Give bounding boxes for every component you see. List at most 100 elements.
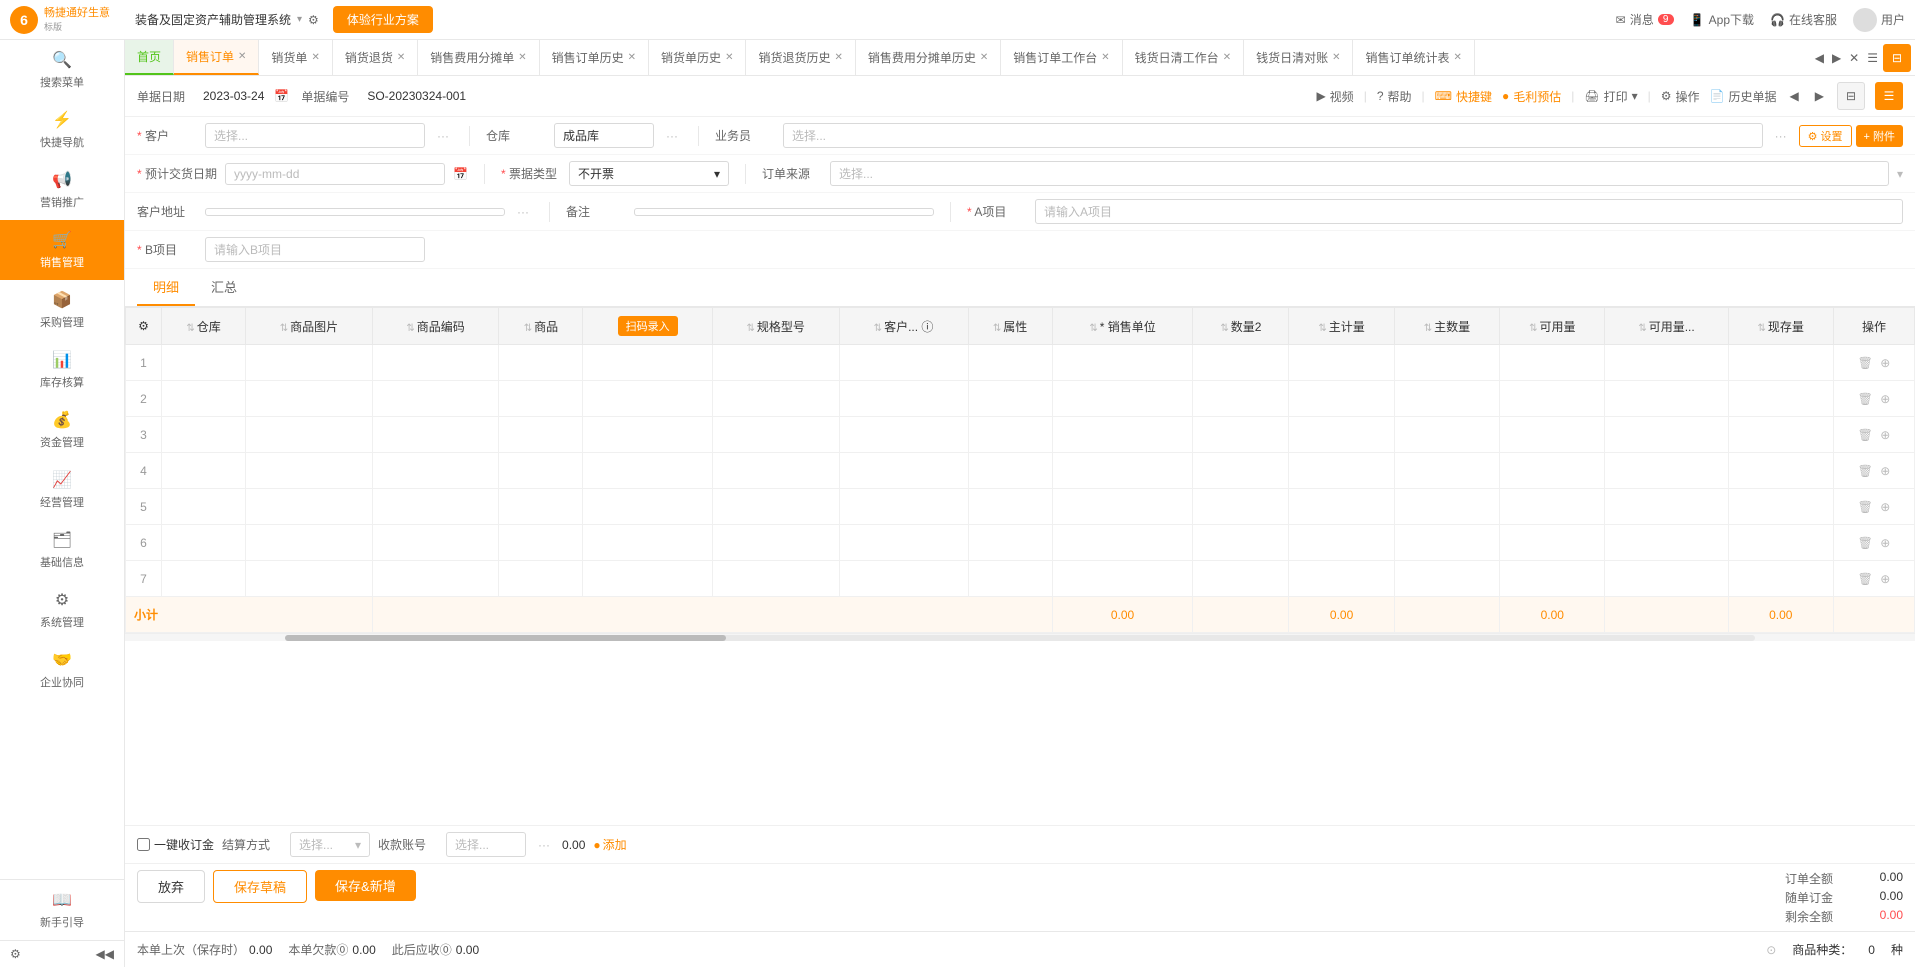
collapse-icon[interactable]: ◀◀ (96, 947, 114, 961)
operation-btn[interactable]: ⚙ 操作 (1661, 88, 1700, 105)
scroll-track[interactable] (285, 635, 1755, 641)
col-scan[interactable]: 扫码录入 (583, 308, 712, 345)
form-prev-btn[interactable]: ◀ (1787, 89, 1802, 103)
row-action[interactable]: 🗑 ⊕ (1833, 489, 1914, 525)
tab-close-icon[interactable]: ✕ (311, 52, 319, 63)
warehouse-more-btn[interactable]: ··· (662, 129, 682, 143)
tab-close-icon[interactable]: ✕ (628, 52, 636, 63)
tab-order-workbench[interactable]: 销售订单工作台 ✕ (1001, 40, 1122, 75)
tab-home[interactable]: 首页 (125, 40, 174, 75)
user-btn[interactable]: 用户 (1853, 8, 1905, 32)
tab-expense-history[interactable]: 销售费用分摊单历史 ✕ (856, 40, 1001, 75)
row-qty2[interactable] (1193, 345, 1289, 381)
delete-icon[interactable]: 🗑 (1858, 428, 1873, 442)
row-product[interactable] (499, 345, 583, 381)
delete-icon[interactable]: 🗑 (1858, 536, 1873, 550)
staff-more-btn[interactable]: ··· (1771, 129, 1791, 143)
note-input[interactable] (634, 208, 934, 216)
tab-close-icon[interactable]: ✕ (725, 52, 733, 63)
sidebar-item-finance[interactable]: 💰 资金管理 (0, 400, 124, 460)
sidebar-item-enterprise[interactable]: 🤝 企业协同 (0, 640, 124, 700)
col-gear[interactable]: ⚙ (126, 308, 162, 345)
row-action[interactable]: 🗑 ⊕ (1833, 525, 1914, 561)
online-service-btn[interactable]: 🎧 在线客服 (1770, 11, 1837, 28)
print-btn[interactable]: 🖨 打印 ▾ (1584, 88, 1637, 105)
row-main-qty[interactable] (1394, 345, 1499, 381)
delivery-input[interactable]: yyyy-mm-dd (225, 163, 445, 185)
copy-icon[interactable]: ⊕ (1880, 500, 1890, 514)
shortcut-btn[interactable]: ⌨ 快捷键 (1435, 88, 1492, 105)
settings-form-btn[interactable]: ⚙ 设置 (1799, 125, 1852, 147)
copy-icon[interactable]: ⊕ (1880, 464, 1890, 478)
industry-btn[interactable]: 体验行业方案 (333, 6, 433, 33)
tab-close-icon[interactable]: ✕ (238, 51, 246, 62)
copy-icon[interactable]: ⊕ (1880, 356, 1890, 370)
sidebar-item-management[interactable]: 📈 经营管理 (0, 460, 124, 520)
deposit-checkbox[interactable]: 一键收订金 (137, 836, 214, 853)
grid-view-btn[interactable]: ⊟ (1837, 82, 1865, 110)
copy-icon[interactable]: ⊕ (1880, 428, 1890, 442)
row-warehouse[interactable] (162, 381, 246, 417)
delete-icon[interactable]: 🗑 (1858, 464, 1873, 478)
tabs-menu-btn[interactable]: ☰ (1864, 51, 1881, 65)
message-btn[interactable]: ✉ 消息 9 (1616, 11, 1674, 28)
list-view-btn[interactable]: ☰ (1875, 82, 1903, 110)
address-more-btn[interactable]: ··· (513, 205, 533, 219)
address-input[interactable] (205, 208, 505, 216)
tab-sales-expense[interactable]: 销售费用分摊单 ✕ (418, 40, 539, 75)
add-attachment-btn[interactable]: + 附件 (1856, 125, 1903, 147)
sidebar-item-purchase[interactable]: 📦 采购管理 (0, 280, 124, 340)
customer-more-btn[interactable]: ··· (433, 129, 453, 143)
save-draft-btn[interactable]: 保存草稿 (213, 870, 307, 903)
tab-close-icon[interactable]: ✕ (1454, 52, 1462, 63)
tab-close-icon[interactable]: ✕ (1332, 52, 1340, 63)
row-unit[interactable] (1052, 345, 1193, 381)
delete-icon[interactable]: 🗑 (1858, 572, 1873, 586)
tab-goods-history[interactable]: 销货单历史 ✕ (649, 40, 746, 75)
order-source-input[interactable]: 选择... (830, 161, 1889, 186)
sidebar-item-sales[interactable]: 🛒 销售管理 (0, 220, 124, 280)
tabs-prev-btn[interactable]: ◀ (1812, 51, 1827, 65)
profit-btn[interactable]: ● 毛利预估 (1502, 88, 1561, 105)
app-download-btn[interactable]: 📱 App下载 (1690, 11, 1754, 28)
tab-summary[interactable]: 汇总 (195, 269, 253, 306)
row-action[interactable]: 🗑 ⊕ (1833, 381, 1914, 417)
tab-sales-return[interactable]: 销货退货 ✕ (333, 40, 418, 75)
row-attr[interactable] (968, 345, 1052, 381)
row-action[interactable]: 🗑 ⊕ (1833, 561, 1914, 597)
row-code[interactable] (372, 345, 499, 381)
form-next-btn[interactable]: ▶ (1812, 89, 1827, 103)
tab-close-icon[interactable]: ✕ (980, 52, 988, 63)
tab-close-icon[interactable]: ✕ (1101, 52, 1109, 63)
payment-method-select[interactable]: 选择... ▾ (290, 832, 370, 857)
view-btn[interactable]: ▶ 视频 (1316, 88, 1353, 105)
tab-close-icon[interactable]: ✕ (1223, 52, 1231, 63)
settings-bottom-icon[interactable]: ⚙ (10, 947, 21, 961)
deposit-checkbox-input[interactable] (137, 838, 150, 851)
sidebar-item-search[interactable]: 🔍 搜索菜单 (0, 40, 124, 100)
tab-sales-report[interactable]: 销售订单统计表 ✕ (1353, 40, 1474, 75)
help-btn[interactable]: ? 帮助 (1377, 88, 1412, 105)
tabs-close-btn[interactable]: ✕ (1846, 51, 1862, 65)
tab-daily-reconcile[interactable]: 钱货日清对账 ✕ (1244, 40, 1353, 75)
row-action[interactable]: 🗑 ⊕ (1833, 417, 1914, 453)
delete-icon[interactable]: 🗑 (1858, 500, 1873, 514)
row-main-unit[interactable] (1289, 345, 1394, 381)
settings-icon[interactable]: ⚙ (308, 13, 319, 27)
horizontal-scrollbar[interactable] (125, 633, 1915, 641)
account-more-btn[interactable]: ··· (534, 838, 554, 852)
calendar-icon[interactable]: 📅 (274, 89, 289, 103)
delete-icon[interactable]: 🗑 (1858, 392, 1873, 406)
copy-icon[interactable]: ⊕ (1880, 392, 1890, 406)
add-payment-btn[interactable]: ● 添加 (593, 836, 626, 853)
save-new-btn[interactable]: 保存&新增 (315, 870, 416, 901)
dropdown-arrow-icon[interactable]: ▾ (297, 14, 302, 25)
date-picker-icon[interactable]: 📅 (453, 167, 468, 181)
tabs-tile-btn[interactable]: ⊟ (1883, 44, 1911, 72)
tabs-next-btn[interactable]: ▶ (1829, 51, 1844, 65)
warehouse-select[interactable]: 成品库 (554, 123, 654, 148)
tab-close-icon[interactable]: ✕ (518, 52, 526, 63)
copy-icon[interactable]: ⊕ (1880, 572, 1890, 586)
customer-input[interactable]: 选择... (205, 123, 425, 148)
sidebar-item-inventory[interactable]: 📊 库存核算 (0, 340, 124, 400)
